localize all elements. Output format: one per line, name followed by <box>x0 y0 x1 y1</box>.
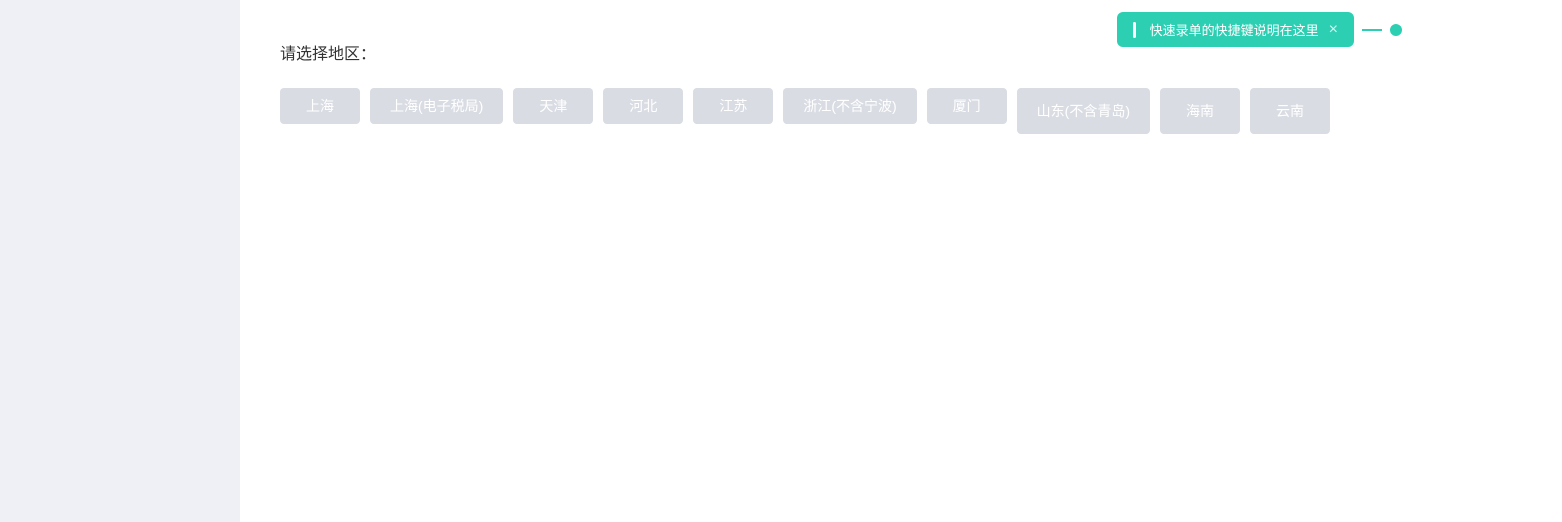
tooltip-connector-line <box>1362 29 1382 31</box>
region-buttons: 上海上海(电子税局) 天津河北江苏浙江(不含宁波) 厦门 山东(不含青岛)海南云南 <box>280 88 1522 134</box>
main-content: 请选择地区： 上海上海(电子税局)天津河北江苏浙江(不含宁波)厦门 山东(不含青… <box>240 0 1562 522</box>
region-btn-yunnan[interactable]: 云南 <box>1250 88 1330 134</box>
tooltip-container: 快速录单的快捷键说明在这里 × <box>1117 12 1402 47</box>
tooltip-close-button[interactable]: × <box>1329 21 1338 39</box>
sidebar <box>0 0 240 522</box>
region-btn-jiangsu[interactable]: 江苏 <box>693 88 773 124</box>
region-btn-shanghai[interactable]: 上海 <box>280 88 360 124</box>
region-row-1: 上海上海(电子税局) 天津河北江苏浙江(不含宁波) 厦门 <box>280 88 1007 124</box>
region-btn-hainan[interactable]: 海南 <box>1160 88 1240 134</box>
tooltip-connector-dot <box>1390 24 1402 36</box>
region-btn-zhejiang[interactable]: 浙江(不含宁波) <box>783 88 916 124</box>
tooltip-text: 快速录单的快捷键说明在这里 <box>1150 20 1319 39</box>
tooltip-bubble: 快速录单的快捷键说明在这里 × <box>1117 12 1354 47</box>
region-btn-xiamen[interactable]: 厦门 <box>927 88 1007 124</box>
region-row-2: 山东(不含青岛)海南云南 <box>1017 88 1330 134</box>
region-btn-shandong[interactable]: 山东(不含青岛) <box>1017 88 1150 134</box>
region-btn-hebei[interactable]: 河北 <box>603 88 683 124</box>
region-btn-shanghai-etax[interactable]: 上海(电子税局) <box>370 88 503 124</box>
region-btn-tianjin[interactable]: 天津 <box>513 88 593 124</box>
